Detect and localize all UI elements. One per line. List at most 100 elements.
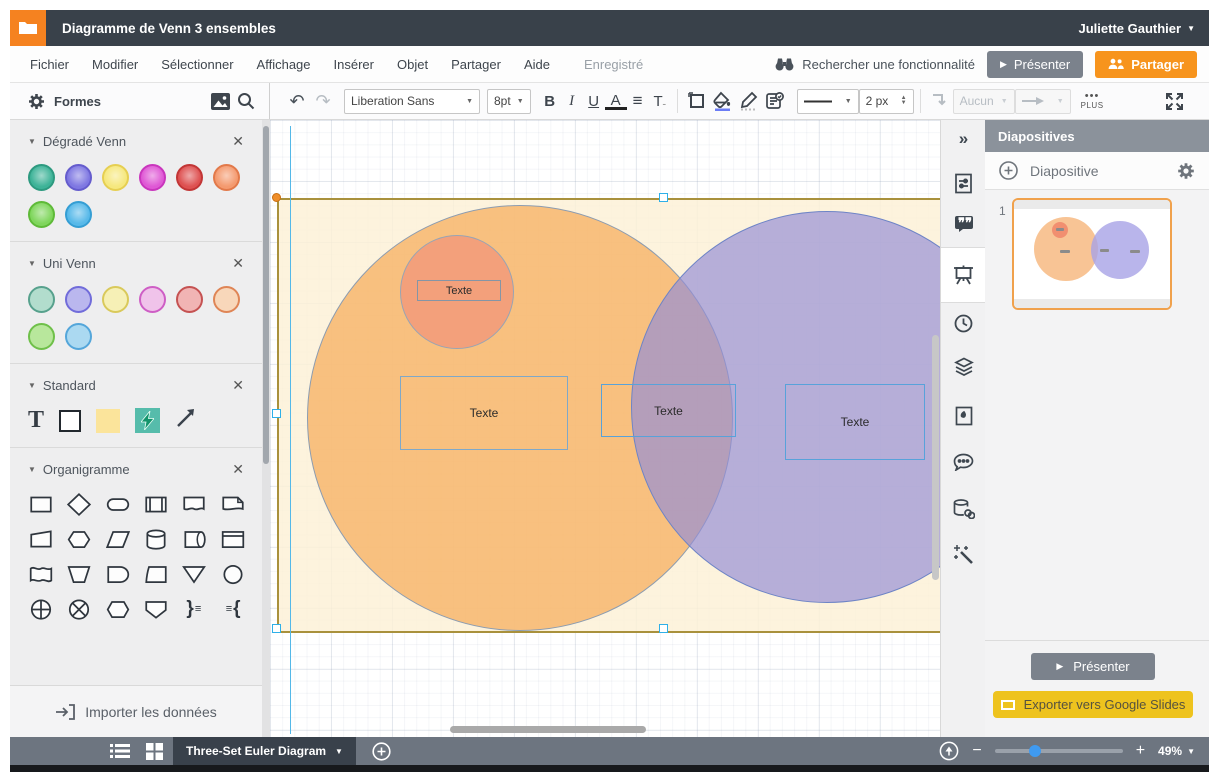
shape-shield-icon[interactable] [143,596,169,622]
venn-swatch-1[interactable] [65,286,92,313]
text-shape[interactable]: Texte [785,384,925,460]
page-tab[interactable]: Three-Set Euler Diagram ▼ [173,737,356,765]
venn-swatch-6[interactable] [28,201,55,228]
shape-frame-icon[interactable] [684,88,710,114]
venn-swatch-4[interactable] [176,286,203,313]
shape-document-fold-icon[interactable] [220,491,246,517]
venn-swatch-0[interactable] [28,164,55,191]
menu-objet[interactable]: Objet [397,57,428,72]
menu-fichier[interactable]: Fichier [30,57,69,72]
selection-handle[interactable] [659,193,668,202]
shape-flag-icon[interactable] [28,561,54,587]
collapse-triangle-icon[interactable]: ▼ [28,381,36,390]
fullscreen-icon[interactable] [1161,88,1187,114]
text-shape[interactable]: Texte [400,376,568,450]
comments-icon[interactable] [941,447,986,477]
page-grid-icon[interactable] [146,742,163,760]
venn-swatch-6[interactable] [28,323,55,350]
font-color-button[interactable]: A [604,92,627,110]
magic-wand-icon[interactable] [941,539,986,569]
venn-swatch-2[interactable] [102,164,129,191]
shape-inverted-trapezoid-icon[interactable] [66,561,92,587]
shape-process-icon[interactable] [143,491,169,517]
collapse-triangle-icon[interactable]: ▼ [28,137,36,146]
shape-cylinder-icon[interactable] [143,526,169,552]
venn-swatch-3[interactable] [139,286,166,313]
close-section-icon[interactable]: ✕ [232,255,244,272]
font-family-select[interactable]: Liberation Sans ▼ [344,88,480,114]
shape-circle-cross-icon[interactable] [66,596,92,622]
bold-button[interactable]: B [539,93,561,110]
present-slides-button[interactable]: ▶ Présenter [1031,653,1155,680]
venn-swatch-4[interactable] [176,164,203,191]
shape-inverted-triangle-icon[interactable] [181,561,207,587]
add-slide-label[interactable]: Diapositive [1030,163,1098,179]
sticky-note-tool[interactable] [96,408,121,433]
connector-type-icon[interactable] [927,88,953,114]
page-settings-icon[interactable] [941,168,986,198]
venn-swatch-3[interactable] [139,164,166,191]
slides-settings-gear-icon[interactable] [1177,162,1195,180]
line-color-icon[interactable] [736,88,762,114]
slide-thumbnail[interactable] [1012,198,1172,310]
venn-swatch-5[interactable] [213,286,240,313]
venn-swatch-0[interactable] [28,286,55,313]
import-data-button[interactable]: Importer les données [10,685,262,737]
shape-brace-right-icon[interactable]: } ≡ [181,596,207,622]
app-logo-icon[interactable] [10,10,46,46]
user-menu[interactable]: Juliette Gauthier ▼ [1079,21,1196,36]
presentation-icon[interactable] [941,260,986,290]
shape-rectangle-icon[interactable] [28,491,54,517]
fit-view-icon[interactable] [939,741,959,761]
arrow-end-select[interactable]: ▼ [1014,88,1071,114]
add-page-icon[interactable] [372,741,391,761]
close-section-icon[interactable]: ✕ [232,461,244,478]
font-size-select[interactable]: 8pt ▼ [487,88,531,114]
text-tool[interactable]: T [28,407,44,434]
share-button[interactable]: Partager [1095,50,1197,78]
rectangle-tool[interactable] [59,409,82,432]
shape-parallelogram-icon[interactable] [105,526,131,552]
canvas-horizontal-scrollbar[interactable] [450,726,646,733]
italic-button[interactable]: I [561,93,583,110]
add-circle-icon[interactable] [999,161,1018,180]
text-shape[interactable]: Texte [601,384,736,437]
shape-document-icon[interactable] [181,491,207,517]
selection-handle[interactable] [272,409,281,418]
shape-circle-icon[interactable] [220,561,246,587]
venn-swatch-7[interactable] [65,201,92,228]
text-shape[interactable]: Texte [417,280,501,301]
fill-color-icon[interactable] [710,88,736,114]
page-list-icon[interactable] [110,743,130,759]
close-section-icon[interactable]: ✕ [232,133,244,150]
shape-hexagon-icon[interactable] [66,526,92,552]
shape-stadium-icon[interactable] [105,491,131,517]
menu-partager[interactable]: Partager [451,57,501,72]
shape-delay-icon[interactable] [105,561,131,587]
selection-handle[interactable] [272,624,281,633]
history-clock-icon[interactable] [941,308,986,338]
close-section-icon[interactable]: ✕ [232,377,244,394]
lightning-shape-tool[interactable] [135,408,161,433]
menu-selectionner[interactable]: Sélectionner [161,57,233,72]
line-width-stepper[interactable]: 2 px ▲ ▼ [858,88,914,114]
menu-modifier[interactable]: Modifier [92,57,138,72]
shape-style-icon[interactable] [762,88,788,114]
insert-image-icon[interactable] [207,88,233,114]
align-button[interactable]: ≡ [627,91,649,111]
present-button[interactable]: ▶ Présenter [986,50,1084,78]
more-tools-button[interactable]: ••• PLUS [1081,91,1104,111]
underline-button[interactable]: U [583,93,605,110]
arrow-tool[interactable] [175,407,197,434]
zoom-level[interactable]: 49% ▼ [1158,744,1195,758]
shape-manual-operation-icon[interactable] [28,526,54,552]
shape-brace-left-icon[interactable]: ≡{ [220,596,246,622]
shape-stored-data-icon[interactable] [181,526,207,552]
venn-swatch-7[interactable] [65,323,92,350]
line-style-select[interactable]: ▼ [796,88,859,114]
shape-rect-top-band-icon[interactable] [220,526,246,552]
feature-search[interactable]: Rechercher une fonctionnalité [775,57,975,72]
vertical-guide-line[interactable] [290,126,291,734]
collapse-triangle-icon[interactable]: ▼ [28,259,36,268]
export-google-slides-button[interactable]: Exporter vers Google Slides [993,691,1193,718]
